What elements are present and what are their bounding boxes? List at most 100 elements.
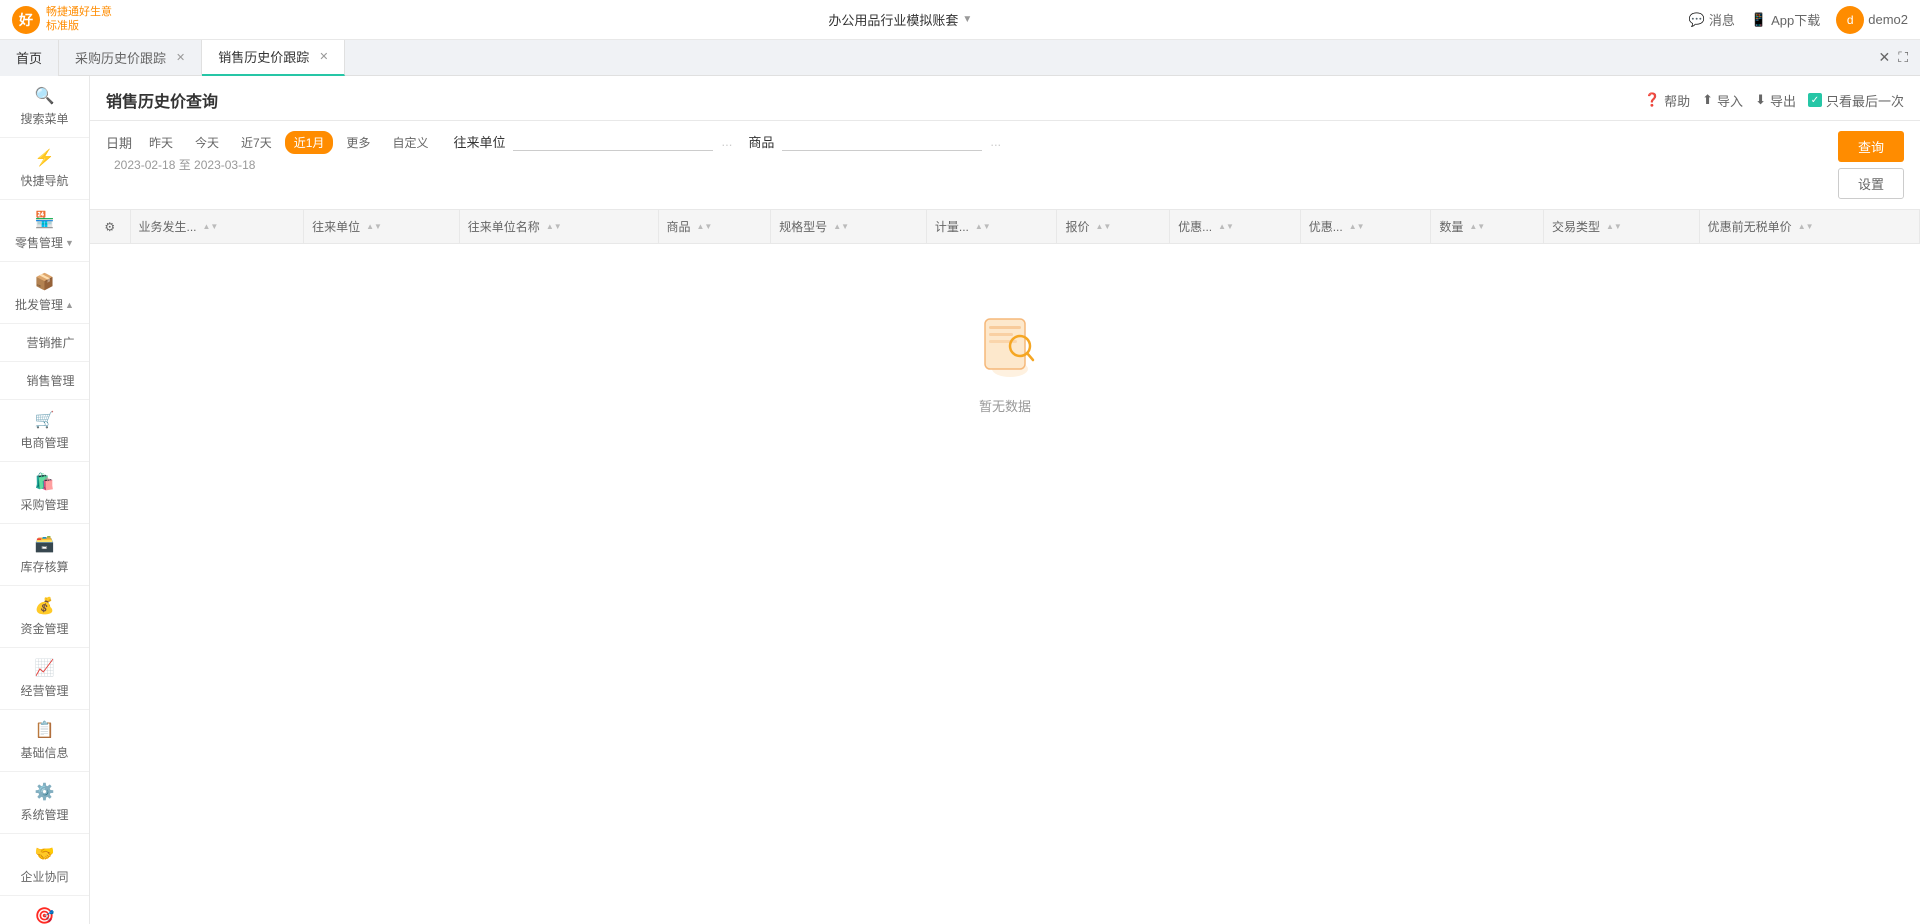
top-header: 好 畅捷通好生意 标准版 办公用品行业模拟账套 ▼ 💬 消息 📱 App下载 d… (0, 0, 1920, 40)
sort-icon-quote: ▲▼ (1095, 223, 1111, 231)
tab-purchase-history[interactable]: 采购历史价跟踪 ✕ (59, 40, 202, 76)
sidebar-item-newcomer-guide[interactable]: 🎯 新手引导 (0, 896, 89, 924)
sidebar-item-purchase-mgmt[interactable]: 🛍️ 采购管理 (0, 462, 89, 524)
window-maximize-btn[interactable]: ⛶ (1898, 49, 1908, 66)
goods-input[interactable] (782, 131, 982, 151)
help-btn[interactable]: ❓ 帮助 (1644, 91, 1690, 110)
th-goods[interactable]: 商品 ▲▼ (658, 210, 771, 244)
date-quick-btns: 昨天 今天 近7天 近1月 更多 自定义 (140, 131, 437, 154)
th-discount2[interactable]: 优惠... ▲▼ (1300, 210, 1431, 244)
sidebar-item-quick-nav[interactable]: ⚡ 快捷导航 (0, 138, 89, 200)
inventory-icon: 🗃️ (35, 534, 55, 554)
tab-purchase-label: 采购历史价跟踪 (75, 48, 166, 67)
only-last-checkbox[interactable]: ✓ (1808, 93, 1822, 107)
date-filter-section: 日期 昨天 今天 近7天 近1月 更多 自定义 2023-02-18 至 202… (106, 131, 437, 173)
partner-input[interactable] (513, 131, 713, 151)
sort-icon-unit: ▲▼ (975, 223, 991, 231)
message-btn[interactable]: 💬 消息 (1689, 10, 1735, 29)
basic-info-icon: 📋 (35, 720, 55, 740)
sidebar-item-system-mgmt[interactable]: ⚙️ 系统管理 (0, 772, 89, 834)
date-btn-today[interactable]: 今天 (186, 131, 228, 154)
th-settings[interactable]: ⚙ (90, 210, 130, 244)
th-trade-type[interactable]: 交易类型 ▲▼ (1543, 210, 1699, 244)
empty-text: 暂无数据 (979, 396, 1031, 415)
filter-bar: 日期 昨天 今天 近7天 近1月 更多 自定义 2023-02-18 至 202… (90, 121, 1920, 210)
message-icon: 💬 (1689, 12, 1705, 28)
sidebar-item-inventory[interactable]: 🗃️ 库存核算 (0, 524, 89, 586)
table-header-row: ⚙ 业务发生... ▲▼ 往来单位 (90, 210, 1920, 244)
search-menu-icon: 🔍 (35, 86, 55, 106)
sidebar-item-operations-mgmt[interactable]: 📈 经营管理 (0, 648, 89, 710)
sidebar-item-retail-mgmt[interactable]: 🏪 零售管理 ▼ (0, 200, 89, 262)
download-icon: 📱 (1751, 12, 1767, 28)
th-quote[interactable]: 报价 ▲▼ (1057, 210, 1170, 244)
tab-purchase-close[interactable]: ✕ (176, 51, 185, 64)
import-btn[interactable]: ⬆ 导入 (1702, 91, 1743, 110)
sidebar: 🔍 搜索菜单 ⚡ 快捷导航 🏪 零售管理 ▼ 📦 批发管理 ▲ 营销推广 销售管… (0, 76, 90, 924)
sort-icon-partner-name: ▲▼ (546, 223, 562, 231)
th-spec[interactable]: 规格型号 ▲▼ (771, 210, 927, 244)
sort-icon-goods: ▲▼ (697, 223, 713, 231)
sidebar-item-wholesale-mgmt[interactable]: 📦 批发管理 ▲ (0, 262, 89, 324)
app-download-btn[interactable]: 📱 App下载 (1751, 10, 1820, 29)
date-btn-yesterday[interactable]: 昨天 (140, 131, 182, 154)
wholesale-mgmt-arrow: ▲ (65, 300, 74, 310)
date-btn-custom[interactable]: 自定义 (383, 131, 437, 154)
sidebar-item-marketing[interactable]: 营销推广 (0, 324, 89, 362)
th-qty[interactable]: 数量 ▲▼ (1431, 210, 1544, 244)
sort-icon-discount2: ▲▼ (1349, 223, 1365, 231)
avatar: d (1836, 6, 1864, 34)
table-settings-icon[interactable]: ⚙ (104, 220, 115, 234)
th-partner-name[interactable]: 往来单位名称 ▲▼ (459, 210, 658, 244)
window-close-btn[interactable]: ✕ (1878, 49, 1890, 66)
header-left: 好 畅捷通好生意 标准版 (12, 6, 112, 34)
date-btn-more[interactable]: 更多 (337, 131, 379, 154)
header-right: 💬 消息 📱 App下载 d demo2 (1689, 6, 1908, 34)
sidebar-item-search-menu[interactable]: 🔍 搜索菜单 (0, 76, 89, 138)
date-label: 日期 (106, 133, 132, 152)
main-layout: 🔍 搜索菜单 ⚡ 快捷导航 🏪 零售管理 ▼ 📦 批发管理 ▲ 营销推广 销售管… (0, 76, 1920, 924)
th-partner-code[interactable]: 往来单位 ▲▼ (304, 210, 460, 244)
page-header: 销售历史价查询 ❓ 帮助 ⬆ 导入 ⬇ 导出 ✓ (90, 76, 1920, 121)
export-btn[interactable]: ⬇ 导出 (1755, 91, 1796, 110)
page-actions: ❓ 帮助 ⬆ 导入 ⬇ 导出 ✓ 只看最后一次 (1644, 91, 1904, 110)
th-biz-date[interactable]: 业务发生... ▲▼ (130, 210, 304, 244)
export-icon: ⬇ (1755, 92, 1766, 108)
sort-icon-partner-code: ▲▼ (366, 223, 382, 231)
th-pre-tax-price[interactable]: 优惠前无税单价 ▲▼ (1699, 210, 1919, 244)
query-btn[interactable]: 查询 (1838, 131, 1904, 162)
th-unit[interactable]: 计量... ▲▼ (926, 210, 1057, 244)
quick-nav-icon: ⚡ (35, 148, 55, 168)
th-discount1[interactable]: 优惠... ▲▼ (1170, 210, 1301, 244)
sidebar-item-finance-mgmt[interactable]: 💰 资金管理 (0, 586, 89, 648)
sidebar-item-sales-mgmt[interactable]: 销售管理 (0, 362, 89, 400)
goods-label: 商品 (748, 132, 774, 151)
sort-icon-trade-type: ▲▼ (1606, 223, 1622, 231)
help-icon: ❓ (1644, 92, 1660, 108)
tab-home-label: 首页 (16, 48, 42, 67)
sidebar-item-basic-info[interactable]: 📋 基础信息 (0, 710, 89, 772)
table-container: ⚙ 业务发生... ▲▼ 往来单位 (90, 210, 1920, 924)
logo-text: 畅捷通好生意 标准版 (46, 6, 112, 32)
app-selector[interactable]: 办公用品行业模拟账套 ▼ (828, 10, 972, 29)
data-table: ⚙ 业务发生... ▲▼ 往来单位 (90, 210, 1920, 244)
tab-home[interactable]: 首页 (0, 40, 59, 76)
app-selector-arrow: ▼ (962, 14, 972, 25)
sidebar-item-ecommerce-mgmt[interactable]: 🛒 电商管理 (0, 400, 89, 462)
sidebar-item-enterprise-collab[interactable]: 🤝 企业协同 (0, 834, 89, 896)
tab-sales-history[interactable]: 销售历史价跟踪 ✕ (202, 40, 345, 76)
filter-action-btns: 查询 设置 (1838, 131, 1904, 199)
tab-bar: 首页 采购历史价跟踪 ✕ 销售历史价跟踪 ✕ ✕ ⛶ (0, 40, 1920, 76)
logo-icon: 好 (12, 6, 40, 34)
sort-icon-spec: ▲▼ (833, 223, 849, 231)
date-btn-1month[interactable]: 近1月 (285, 131, 334, 154)
tab-sales-close[interactable]: ✕ (319, 50, 328, 63)
date-btn-7days[interactable]: 近7天 (232, 131, 281, 154)
operations-icon: 📈 (35, 658, 55, 678)
only-last-checkbox-label[interactable]: ✓ 只看最后一次 (1808, 91, 1904, 110)
settings-btn[interactable]: 设置 (1838, 168, 1904, 199)
user-btn[interactable]: d demo2 (1836, 6, 1908, 34)
retail-mgmt-arrow: ▼ (65, 238, 74, 248)
goods-dots: ... (990, 134, 1001, 149)
window-btns: ✕ ⛶ (1878, 49, 1920, 66)
